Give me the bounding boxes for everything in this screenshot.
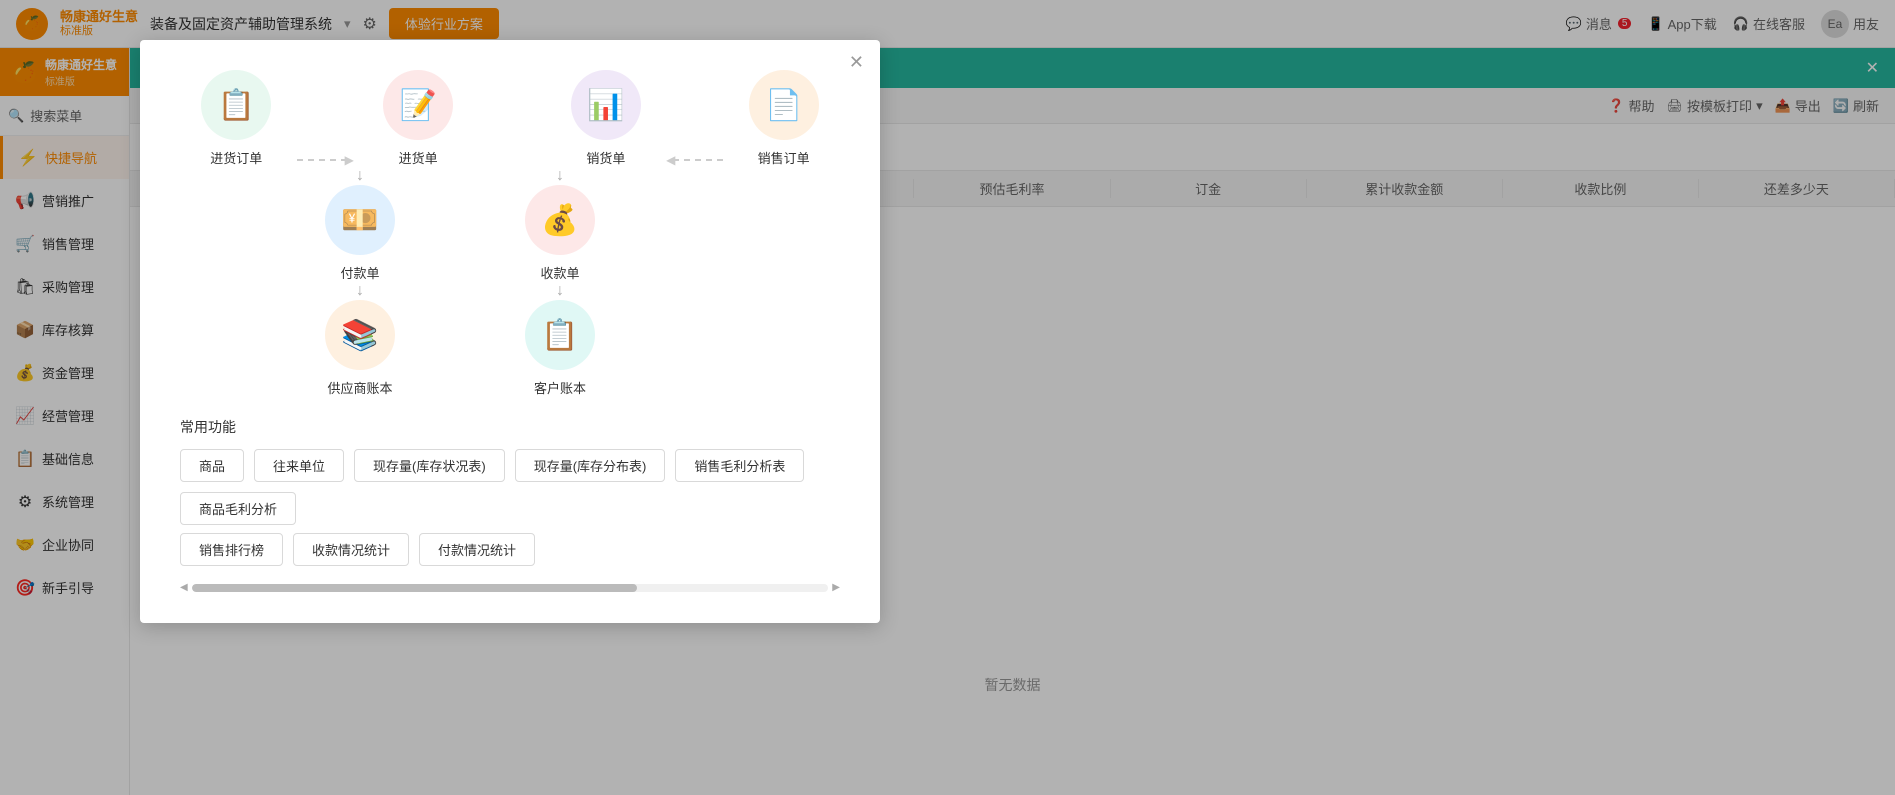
sales-order-icon: 📄 [765, 88, 802, 123]
supplier-ledger-label: 供应商账本 [327, 378, 392, 397]
btn-product[interactable]: 商品 [180, 449, 244, 482]
flow-diagram: 📋 进货订单 ▶ 📝 进货单 [180, 70, 840, 397]
flow-node-customer-ledger[interactable]: 📋 客户账本 [500, 300, 620, 397]
flow-node-supplier-ledger[interactable]: 📚 供应商账本 [300, 300, 420, 397]
btn-payment-stats[interactable]: 付款情况统计 [419, 533, 535, 566]
horizontal-scrollbar[interactable]: ◀ ▶ [180, 582, 840, 593]
flow-node-purchase-receipt[interactable]: 📝 进货单 [362, 70, 475, 167]
btn-collection-stats[interactable]: 收款情况统计 [293, 533, 409, 566]
arrow-sales-order-to-receipt: ◀ [666, 153, 723, 167]
flow-row-1: 📋 进货订单 ▶ 📝 进货单 [180, 70, 840, 167]
customer-ledger-circle: 📋 [525, 300, 595, 370]
btn-product-gross[interactable]: 商品毛利分析 [180, 492, 296, 525]
scroll-thumb [192, 584, 638, 592]
arrow-down-payment: ↓ [300, 282, 420, 300]
common-title: 常用功能 [180, 417, 840, 437]
supplier-ledger-icon: 📚 [341, 318, 378, 353]
sales-receipt-label: 销货单 [586, 148, 625, 167]
btn-sales-rank[interactable]: 销售排行榜 [180, 533, 283, 566]
modal-overlay[interactable]: ✕ 📋 进货订单 ▶ [0, 0, 1895, 795]
spacer4 [420, 282, 500, 300]
common-section: 常用功能 商品 往来单位 现存量(库存状况表) 现存量(库存分布表) 销售毛利分… [180, 417, 840, 566]
scroll-left-icon[interactable]: ◀ [180, 582, 188, 593]
flow-node-purchase-order[interactable]: 📋 进货订单 [180, 70, 293, 167]
common-btns-row2: 销售排行榜 收款情况统计 付款情况统计 [180, 533, 840, 566]
btn-sales-gross[interactable]: 销售毛利分析表 [675, 449, 804, 482]
flow-row-2: 💴 付款单 💰 收款单 [180, 185, 840, 282]
sales-order-circle: 📄 [749, 70, 819, 140]
customer-ledger-icon: 📋 [541, 318, 578, 353]
flow-node-receipt[interactable]: 💰 收款单 [500, 185, 620, 282]
spacer2 [420, 167, 500, 185]
payment-label: 付款单 [340, 263, 379, 282]
scroll-right-icon[interactable]: ▶ [832, 582, 840, 593]
sales-order-label: 销售订单 [758, 148, 810, 167]
purchase-order-circle: 📋 [201, 70, 271, 140]
payment-icon: 💴 [341, 203, 378, 238]
btn-stock-dist[interactable]: 现存量(库存分布表) [515, 449, 666, 482]
receipt-icon: 💰 [541, 203, 578, 238]
btn-stock-status[interactable]: 现存量(库存状况表) [354, 449, 505, 482]
purchase-order-icon: 📋 [218, 88, 255, 123]
flow-node-sales-order[interactable]: 📄 销售订单 [727, 70, 840, 167]
arrow-down-purchase: ↓ [300, 167, 420, 185]
purchase-order-label: 进货订单 [210, 148, 262, 167]
flow-node-payment[interactable]: 💴 付款单 [300, 185, 420, 282]
scroll-area: ◀ ▶ [180, 582, 840, 593]
flow-node-sales-receipt[interactable]: 📊 销货单 [550, 70, 663, 167]
modal-close-button[interactable]: ✕ [849, 52, 864, 73]
sales-receipt-circle: 📊 [571, 70, 641, 140]
common-btns-row1: 商品 往来单位 现存量(库存状况表) 现存量(库存分布表) 销售毛利分析表 商品… [180, 449, 840, 525]
modal: ✕ 📋 进货订单 ▶ [140, 40, 880, 623]
receipt-circle: 💰 [525, 185, 595, 255]
arrow-purchase-to-receipt: ▶ [297, 153, 354, 167]
purchase-receipt-circle: 📝 [383, 70, 453, 140]
scroll-track [192, 584, 829, 592]
arrow-down-receipt: ↓ [500, 282, 620, 300]
btn-counterparty[interactable]: 往来单位 [254, 449, 344, 482]
flow-row-3: 📚 供应商账本 📋 客户账本 [180, 300, 840, 397]
payment-circle: 💴 [325, 185, 395, 255]
receipt-label: 收款单 [540, 263, 579, 282]
purchase-receipt-label: 进货单 [399, 148, 438, 167]
sales-receipt-icon: 📊 [587, 88, 624, 123]
customer-ledger-label: 客户账本 [534, 378, 586, 397]
flow-arrows-down-1: ↓ ↓ [180, 167, 840, 185]
supplier-ledger-circle: 📚 [325, 300, 395, 370]
arrow-down-sales: ↓ [500, 167, 620, 185]
flow-arrows-down-2: ↓ ↓ [180, 282, 840, 300]
purchase-receipt-icon: 📝 [399, 88, 436, 123]
